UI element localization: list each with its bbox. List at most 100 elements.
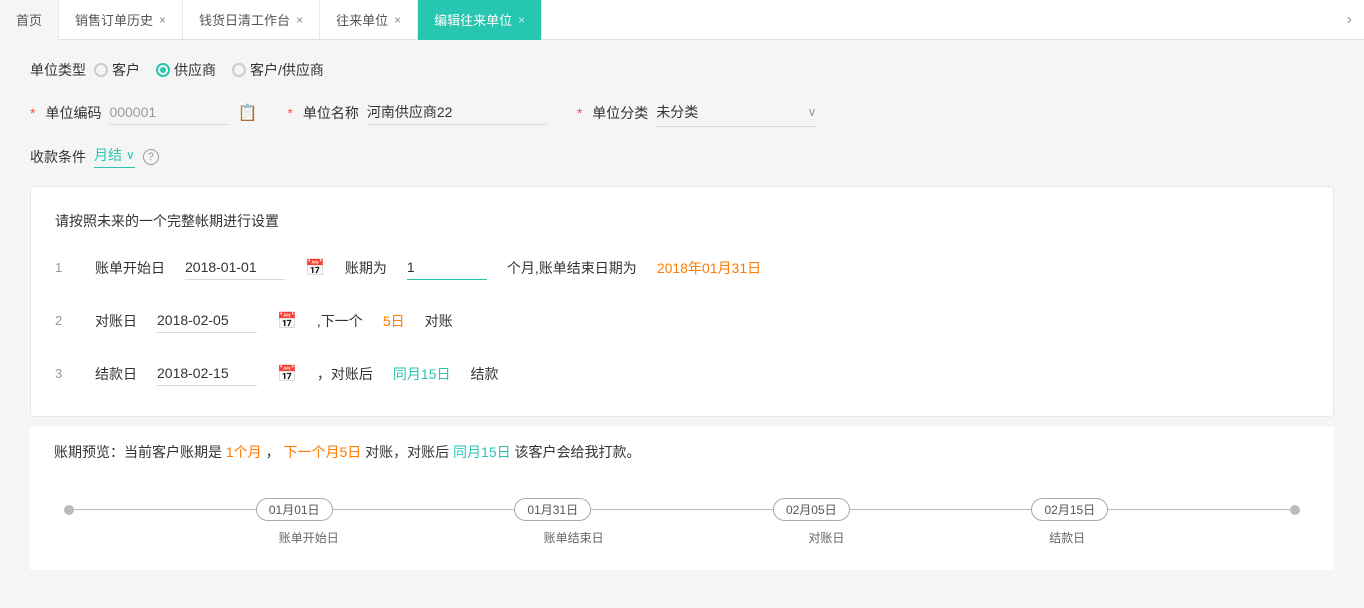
preview-section: 账期预览：当前客户账期是 1个月 ， 下一个月5日 对账，对账后 同月15日 该… [30,425,1334,478]
tab-edit-partner-close[interactable]: × [518,13,525,27]
timeline-node-4: 02月15日 [1031,498,1108,521]
unit-code-group: * 单位编码 📋 [30,100,257,125]
period-end-date-highlight: 2018年01月31日 [657,258,761,278]
payment-highlight: 同月15日 [393,364,451,384]
period-card: 请按照未来的一个完整帐期进行设置 1 账单开始日 📅 账期为 个月,账单结束日期… [30,186,1334,417]
radio-both-circle [232,63,246,77]
tab-workbench-label: 钱货日清工作台 [199,10,290,29]
timeline-label-4: 结款日 [1049,529,1085,546]
tab-sales-history-close[interactable]: × [159,13,166,27]
unit-name-label: 单位名称 [303,103,359,123]
unit-name-input[interactable] [367,100,547,125]
timeline-right-dot [1290,505,1300,515]
period-for-label: 账期为 [345,258,387,278]
preview-label: 账期预览：当前客户账期是 [54,444,222,460]
payment-date-input[interactable] [157,361,257,386]
timeline-label-3: 对账日 [808,529,844,546]
timeline-sublabel-1: 账单开始日 [279,529,339,546]
timeline-node-4-badge: 02月15日 [1031,498,1108,521]
timeline-node-2-badge: 01月31日 [514,498,591,521]
tab-sales-history[interactable]: 销售订单历史 × [59,0,183,40]
tab-home[interactable]: 首页 [0,0,59,40]
reconcile-date-input[interactable] [157,308,257,333]
code-required-star: * [30,105,35,121]
period-unit-text: 个月,账单结束日期为 [507,258,637,278]
start-date-input[interactable] [185,255,285,280]
timeline-node-1-badge: 01月01日 [256,498,333,521]
tab-workbench[interactable]: 钱货日清工作台 × [183,0,320,40]
preview-sep2: 对账，对账后 [365,444,449,460]
unit-type-label: 单位类型 [30,60,86,80]
preview-part2: 下一个月5日 [283,444,361,460]
timeline-section: 01月01日 01月31日 02月05日 02月15日 [30,478,1334,570]
timeline-node-2: 01月31日 [514,498,591,521]
timeline-line-4 [850,509,1032,510]
tab-partners-close[interactable]: × [394,13,401,27]
payment-dropdown-icon[interactable]: ∨ [126,148,135,162]
timeline-line-1 [74,509,256,510]
tab-sales-history-label: 销售订单历史 [75,10,153,29]
reconcile-highlight: 5日 [383,311,405,331]
preview-suffix: 该客户会给我打款。 [515,444,641,460]
preview-part3: 同月15日 [453,444,511,460]
category-dropdown-icon: ∨ [807,105,816,119]
payment-date-label: 结款日 [95,364,137,384]
payment-condition-label: 收款条件 [30,147,86,167]
payment-prefix: ，对账后 [317,364,373,384]
timeline-sublabel-2: 账单结束日 [544,529,604,546]
start-date-label: 账单开始日 [95,258,165,278]
period-num-1: 1 [55,260,75,275]
radio-supplier[interactable]: 供应商 [156,60,216,80]
unit-type-group: 单位类型 客户 供应商 客户/供应商 [30,60,324,80]
timeline-node-3-badge: 02月05日 [773,498,850,521]
timeline-sublabel-3: 对账日 [808,529,844,546]
tab-workbench-close[interactable]: × [296,13,303,27]
unit-category-select[interactable]: 未分类 ∨ [656,98,816,127]
timeline-line-3 [591,509,773,510]
copy-icon[interactable]: 📋 [237,103,257,123]
start-date-cal-icon[interactable]: 📅 [305,258,325,278]
tab-bar: 首页 销售订单历史 × 钱货日清工作台 × 往来单位 × 编辑往来单位 × › [0,0,1364,40]
tab-edit-partner-label: 编辑往来单位 [434,10,512,29]
preview-sep1: ， [266,444,280,460]
timeline-line-2 [333,509,515,510]
unit-category-value: 未分类 [656,102,803,122]
radio-customer-label: 客户 [112,60,140,80]
payment-help-icon[interactable]: ? [143,149,159,165]
radio-both[interactable]: 客户/供应商 [232,60,324,80]
unit-code-input[interactable] [109,100,229,125]
timeline-line-5 [1108,509,1290,510]
timeline-node-1: 01月01日 [256,498,333,521]
period-num-2: 2 [55,313,75,328]
unit-info-row: * 单位编码 📋 * 单位名称 * 单位分类 未分类 ∨ [30,98,1334,127]
radio-supplier-circle [156,63,170,77]
period-row-1: 1 账单开始日 📅 账期为 个月,账单结束日期为 2018年01月31日 [55,255,1309,280]
payment-date-cal-icon[interactable]: 📅 [277,364,297,384]
unit-category-label: 单位分类 [592,103,648,123]
timeline-sublabel-4: 结款日 [1049,529,1085,546]
category-required-star: * [577,105,582,121]
tab-home-label: 首页 [16,10,42,29]
tab-edit-partner[interactable]: 编辑往来单位 × [418,0,542,40]
timeline-node-3: 02月05日 [773,498,850,521]
reconcile-suffix: 对账 [425,311,453,331]
unit-type-radio-group: 客户 供应商 客户/供应商 [94,60,324,80]
reconcile-date-label: 对账日 [95,311,137,331]
tab-more-button[interactable]: › [1335,11,1364,29]
tab-partners-label: 往来单位 [336,10,388,29]
radio-customer[interactable]: 客户 [94,60,140,80]
reconcile-date-cal-icon[interactable]: 📅 [277,311,297,331]
payment-condition-value: 月结 [94,145,122,165]
period-value-input[interactable] [407,255,487,280]
period-num-3: 3 [55,366,75,381]
timeline-left-dot [64,505,74,515]
payment-condition-group: 收款条件 月结 ∨ ? [30,145,159,168]
payment-row: 收款条件 月结 ∨ ? [30,145,1334,168]
tab-partners[interactable]: 往来单位 × [320,0,418,40]
unit-type-row: 单位类型 客户 供应商 客户/供应商 [30,60,1334,80]
timeline-label-1: 账单开始日 [279,529,339,546]
radio-customer-circle [94,63,108,77]
reconcile-prefix: ,下一个 [317,311,363,331]
main-content: 单位类型 客户 供应商 客户/供应商 * 单位编码 [0,40,1364,608]
card-title: 请按照未来的一个完整帐期进行设置 [55,211,1309,231]
